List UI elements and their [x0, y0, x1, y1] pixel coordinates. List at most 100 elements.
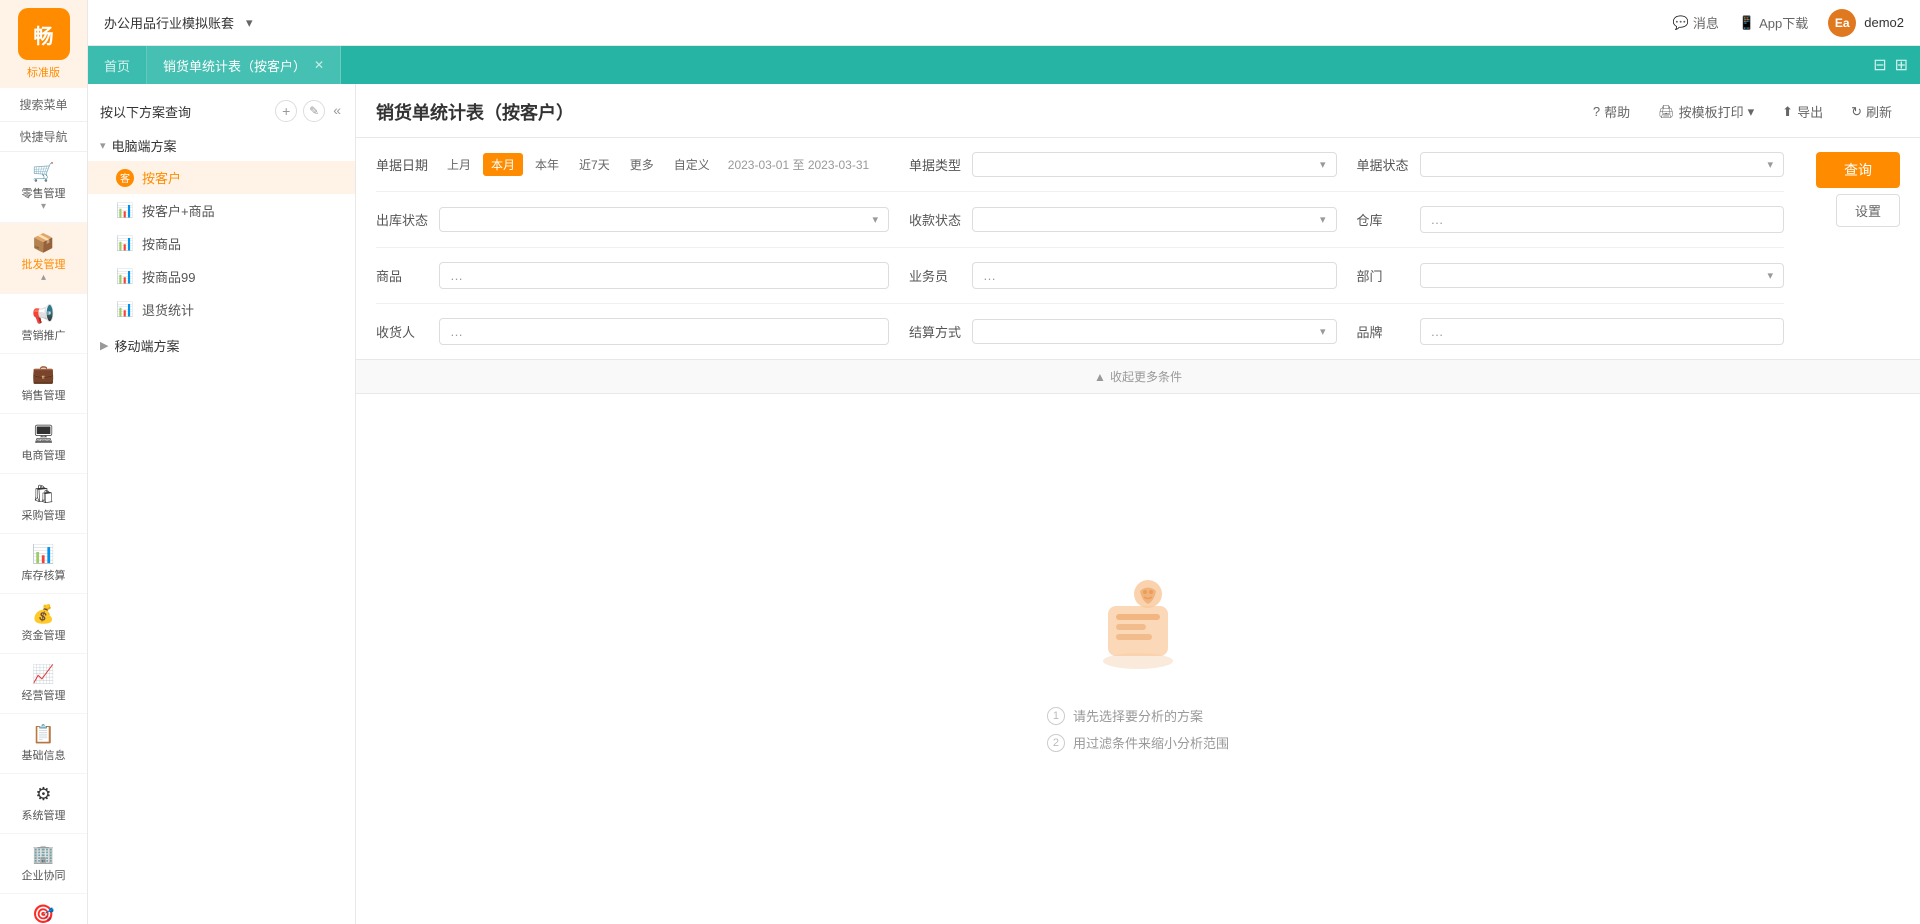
export-icon: ⬆ [1782, 104, 1793, 120]
scheme-by-customer-goods[interactable]: 📊 按客户+商品 [88, 194, 355, 227]
scheme-by-goods[interactable]: 📊 按商品 [88, 227, 355, 260]
app-download-btn[interactable]: 📱 App下载 [1739, 13, 1808, 32]
tab-maximize-btn[interactable]: ⊞ [1895, 55, 1908, 75]
export-btn[interactable]: ⬆ 导出 [1774, 98, 1831, 125]
date-custom-btn[interactable]: 自定义 [666, 153, 718, 176]
out-status-dropdown[interactable]: ▾ [439, 207, 889, 232]
recipient-dropdown[interactable]: … [439, 318, 889, 345]
date-this-year-btn[interactable]: 本年 [527, 153, 567, 176]
receipt-status-label: 收款状态 [909, 210, 964, 229]
sidebar-search[interactable]: 搜索菜单 [0, 88, 87, 122]
mobile-group-label: 移动端方案 [114, 336, 179, 355]
user-profile[interactable]: Ea demo2 [1828, 9, 1904, 37]
hint-num-1: 1 [1047, 707, 1065, 725]
warehouse-dropdown[interactable]: … [1420, 206, 1785, 233]
add-scheme-btn[interactable]: + [275, 100, 297, 122]
customer-goods-scheme-icon: 📊 [116, 202, 134, 220]
settings-button[interactable]: 设置 [1836, 194, 1900, 227]
pc-group-label: 电脑端方案 [112, 136, 177, 155]
sidebar-item-enterprise[interactable]: 🏢 企业协同 [0, 834, 87, 894]
filter-recipient: 收货人 … [376, 318, 889, 345]
sidebar-item-retail[interactable]: 🛒 零售管理 ▾ [0, 152, 87, 223]
sidebar-item-basic[interactable]: 📋 基础信息 [0, 714, 87, 774]
left-panel: 按以下方案查询 + ✎ « ▾ 电脑端方案 客 按客户 📊 [88, 84, 356, 924]
wholesale-arrow: ▴ [41, 272, 46, 283]
purchase-icon: 🛍 [32, 484, 55, 505]
finance-icon: 💰 [32, 604, 54, 625]
dept-dropdown[interactable]: ▾ [1420, 263, 1785, 288]
help-btn[interactable]: ? 帮助 [1585, 98, 1638, 125]
date-filter-control: 上月 本月 本年 近7天 更多 自定义 2023-03-01 至 2023-03… [439, 153, 889, 176]
tab-sales-stats[interactable]: 销货单统计表（按客户） ✕ [147, 46, 341, 84]
doc-type-arrow-icon: ▾ [1320, 158, 1326, 171]
main-area: 办公用品行业模拟账套 ▾ 💬 消息 📱 App下载 Ea demo2 首页 [88, 0, 1920, 924]
receipt-status-dropdown[interactable]: ▾ [972, 207, 1337, 232]
filter-doc-status: 单据状态 ▾ [1357, 152, 1785, 177]
pc-scheme-group: ▾ 电脑端方案 客 按客户 📊 按客户+商品 📊 按商品 📊 [88, 130, 355, 326]
goods-scheme-icon: 📊 [116, 235, 134, 253]
sidebar-item-marketing[interactable]: 📢 营销推广 [0, 294, 87, 354]
tab-minimize-btn[interactable]: ⊟ [1873, 55, 1886, 75]
print-icon: 🖨 [1658, 104, 1675, 120]
brand-dropdown[interactable]: … [1420, 318, 1785, 345]
right-panel: 销货单统计表（按客户） ? 帮助 🖨 按模板打印 ▾ ⬆ [356, 84, 1920, 924]
sidebar-item-finance[interactable]: 💰 资金管理 [0, 594, 87, 654]
collapse-left-panel-btn[interactable]: « [331, 100, 343, 122]
pc-group-header[interactable]: ▾ 电脑端方案 [88, 130, 355, 161]
sidebar-item-operations[interactable]: 📈 经营管理 [0, 654, 87, 714]
sales-icon: 💼 [32, 364, 54, 385]
message-btn[interactable]: 💬 消息 [1673, 13, 1719, 32]
empty-hints: 1 请先选择要分析的方案 2 用过滤条件来缩小分析范围 [1047, 706, 1229, 752]
sidebar-item-system[interactable]: ⚙ 系统管理 [0, 774, 87, 834]
out-status-arrow-icon: ▾ [872, 213, 878, 226]
sidebar-quick-nav[interactable]: 快捷导航 [0, 122, 87, 152]
tab-home[interactable]: 首页 [88, 46, 147, 84]
doc-type-dropdown[interactable]: ▾ [972, 152, 1337, 177]
goods-dots: … [450, 268, 463, 283]
dept-arrow-icon: ▾ [1767, 269, 1773, 282]
goods-dropdown[interactable]: … [439, 262, 889, 289]
header-dropdown-btn[interactable]: ▾ [246, 15, 253, 31]
date-last-month-btn[interactable]: 上月 [439, 153, 479, 176]
staff-dots: … [983, 268, 996, 283]
sidebar-item-inventory[interactable]: 📊 库存核算 [0, 534, 87, 594]
payment-dropdown[interactable]: ▾ [972, 319, 1337, 344]
staff-dropdown[interactable]: … [972, 262, 1337, 289]
empty-illustration [1078, 566, 1198, 686]
doc-type-label: 单据类型 [909, 155, 964, 174]
sidebar-item-ecommerce[interactable]: 🖥 电商管理 [0, 414, 87, 474]
refresh-btn[interactable]: ↻ 刷新 [1843, 98, 1900, 125]
user-avatar: Ea [1828, 9, 1856, 37]
date-last-7-days-btn[interactable]: 近7天 [571, 153, 618, 176]
print-dropdown-icon: ▾ [1748, 104, 1755, 120]
collapse-more-conditions[interactable]: ▲ 收起更多条件 [356, 360, 1920, 394]
doc-status-dropdown[interactable]: ▾ [1420, 152, 1785, 177]
wholesale-icon: 📦 [32, 233, 54, 254]
sidebar-item-guide[interactable]: 🎯 新手引导 [0, 894, 87, 924]
system-icon: ⚙ [35, 784, 51, 805]
scheme-by-goods-99[interactable]: 📊 按商品99 [88, 260, 355, 293]
scheme-return-stats[interactable]: 📊 退货统计 [88, 293, 355, 326]
tab-close-btn[interactable]: ✕ [314, 58, 324, 72]
sidebar-item-wholesale[interactable]: 📦 批发管理 ▴ [0, 223, 87, 294]
header-title: 办公用品行业模拟账套 [104, 13, 234, 32]
tab-bar: 首页 销货单统计表（按客户） ✕ ⊟ ⊞ [88, 46, 1920, 84]
date-quick-buttons: 上月 本月 本年 近7天 更多 自定义 [439, 153, 718, 176]
date-more-btn[interactable]: 更多 [622, 153, 662, 176]
date-label: 单据日期 [376, 155, 431, 174]
filter-row-1: 单据日期 上月 本月 本年 近7天 更多 自定义 [376, 152, 1784, 192]
date-this-month-btn[interactable]: 本月 [483, 153, 523, 176]
inventory-icon: 📊 [32, 544, 54, 565]
ecommerce-icon: 🖥 [32, 424, 55, 445]
page-title-bar: 销货单统计表（按客户） ? 帮助 🖨 按模板打印 ▾ ⬆ [356, 84, 1920, 138]
sidebar-item-sales[interactable]: 💼 销售管理 [0, 354, 87, 414]
query-button[interactable]: 查询 [1816, 152, 1900, 188]
mobile-group-header[interactable]: ▶ 移动端方案 [88, 330, 355, 361]
filter-cols-wrapper: 单据日期 上月 本月 本年 近7天 更多 自定义 [376, 152, 1784, 345]
payment-arrow-icon: ▾ [1320, 325, 1326, 338]
scheme-by-customer[interactable]: 客 按客户 [88, 161, 355, 194]
template-print-btn[interactable]: 🖨 按模板打印 ▾ [1650, 98, 1762, 125]
edit-scheme-btn[interactable]: ✎ [303, 100, 325, 122]
filter-main-row: 单据日期 上月 本月 本年 近7天 更多 自定义 [376, 152, 1900, 345]
sidebar-item-purchase[interactable]: 🛍 采购管理 [0, 474, 87, 534]
